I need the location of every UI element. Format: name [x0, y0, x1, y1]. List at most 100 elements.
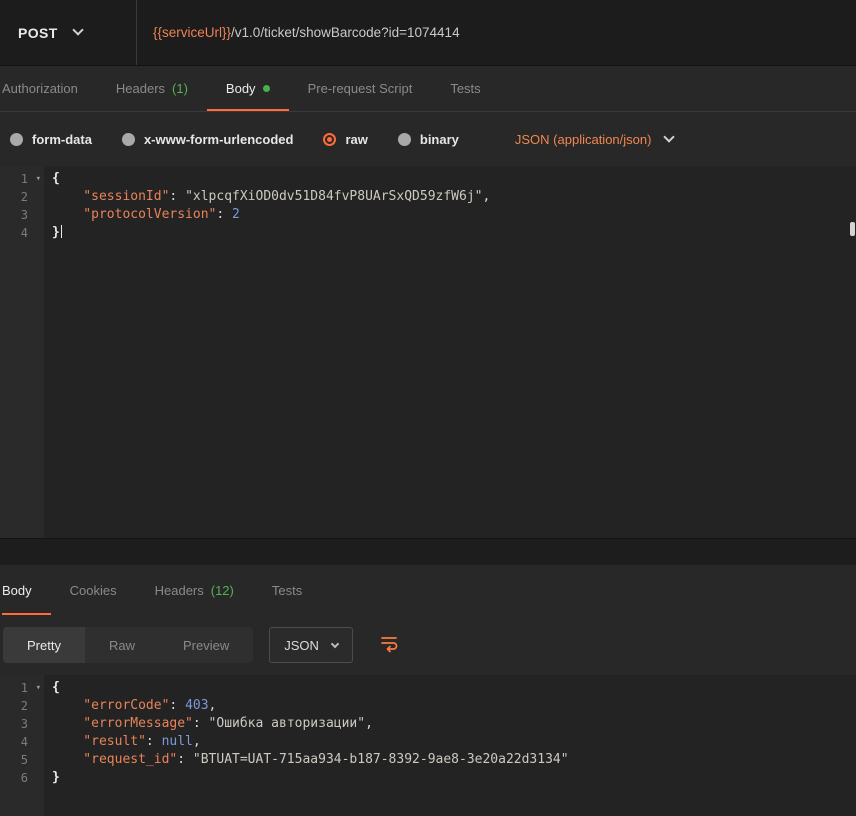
code-line: 2 "sessionId": "xlpcqfXiOD0dv51D84fvP8UA… — [0, 188, 856, 206]
line-number-gutter: 4 — [0, 733, 44, 751]
format-label: JSON — [284, 637, 319, 653]
method-label: POST — [18, 24, 58, 41]
code-line: 1 ▾ { — [0, 170, 856, 188]
line-number: 5 — [20, 753, 28, 767]
tab-headers[interactable]: Headers (1) — [97, 66, 207, 111]
code-line: 1 ▾ { — [0, 679, 856, 697]
green-dot-icon — [262, 85, 270, 92]
scrollbar-thumb[interactable] — [850, 222, 855, 236]
code-token: null — [161, 734, 193, 749]
text-cursor — [60, 225, 62, 238]
tab-tests[interactable]: Tests — [431, 66, 499, 111]
tab-pre-request-script[interactable]: Pre-request Script — [289, 66, 432, 111]
code-token: } — [52, 225, 60, 240]
chevron-down-icon — [72, 24, 84, 36]
line-number-gutter: 1 ▾ — [0, 170, 44, 188]
button-label: Raw — [108, 637, 135, 653]
radio-urlencoded[interactable]: x-www-form-urlencoded — [121, 131, 294, 147]
line-number-gutter: 2 — [0, 188, 44, 206]
radio-label: binary — [419, 131, 459, 147]
code-line: 5 "request_id": "BTUAT=UAT-715aa934-b187… — [0, 751, 856, 769]
line-number: 6 — [20, 771, 28, 785]
radio-raw[interactable]: raw — [323, 132, 368, 147]
view-mode-switch: Pretty Raw Preview — [3, 627, 254, 663]
radio-selected-icon — [323, 132, 337, 146]
code-token: : — [216, 207, 233, 222]
request-tabs: Authorization Headers (1) Body Pre-reque… — [0, 66, 856, 112]
line-number: 4 — [20, 226, 28, 240]
tab-label: Headers — [154, 582, 204, 598]
response-format-selector[interactable]: JSON — [269, 627, 353, 663]
line-number: 3 — [20, 717, 28, 731]
code-line: 4 } — [0, 224, 856, 242]
response-body-viewer: 1 ▾ { 2 "errorCode": 403, 3 "errorMessag… — [0, 675, 856, 816]
radio-binary[interactable]: binary — [397, 131, 459, 147]
code-token: "request_id" — [52, 752, 178, 767]
tab-label: Body — [2, 582, 32, 598]
radio-label: x-www-form-urlencoded — [143, 131, 294, 147]
code-token: , — [365, 716, 373, 731]
line-number-gutter: 4 — [0, 224, 44, 242]
code-token: { — [52, 680, 60, 695]
code-token: : — [145, 734, 162, 749]
radio-label: form-data — [32, 131, 92, 147]
line-number: 3 — [20, 208, 28, 222]
body-mode-row: form-data x-www-form-urlencoded raw bina… — [0, 112, 856, 166]
request-body-editor[interactable]: 1 ▾ { 2 "sessionId": "xlpcqfXiOD0dv51D84… — [0, 166, 856, 538]
code-token: "result" — [52, 734, 146, 749]
code-token: 403 — [185, 698, 209, 713]
content-type-selector[interactable]: JSON (application/json) — [514, 130, 676, 147]
code-token: "Ошибка авторизации" — [208, 716, 366, 731]
tab-response-body[interactable]: Body — [2, 565, 51, 615]
tab-label: Tests — [450, 81, 481, 96]
tab-cookies[interactable]: Cookies — [51, 565, 136, 615]
code-token: : — [192, 716, 209, 731]
tab-body[interactable]: Body — [207, 66, 289, 111]
line-number-gutter: 3 — [0, 715, 44, 733]
wrap-lines-button[interactable] — [371, 627, 407, 663]
tab-label: Pre-request Script — [307, 81, 413, 96]
code-token: : — [169, 189, 186, 204]
code-token: "errorCode" — [52, 698, 170, 713]
fold-icon[interactable]: ▾ — [36, 170, 41, 188]
pretty-button[interactable]: Pretty — [3, 627, 85, 663]
button-label: Pretty — [27, 637, 61, 653]
wrap-lines-icon — [379, 633, 399, 658]
url-path: /v1.0/ticket/showBarcode?id=1074414 — [231, 25, 460, 40]
code-token: 2 — [232, 207, 240, 222]
pane-divider[interactable] — [0, 538, 856, 565]
line-number-gutter: 3 — [0, 206, 44, 224]
code-token: "protocolVersion" — [52, 207, 217, 222]
tab-response-headers[interactable]: Headers (12) — [136, 565, 253, 615]
chevron-down-icon — [663, 130, 676, 143]
line-number: 4 — [20, 735, 28, 749]
content-type-label: JSON (application/json) — [514, 131, 652, 147]
tab-label: Authorization — [2, 81, 78, 96]
code-token: } — [52, 770, 60, 785]
tab-authorization[interactable]: Authorization — [2, 66, 97, 111]
code-token: : — [177, 752, 193, 767]
line-number-gutter: 5 — [0, 751, 44, 769]
radio-icon — [10, 132, 23, 146]
tab-response-tests[interactable]: Tests — [253, 565, 321, 615]
response-tabs: Body Cookies Headers (12) Tests — [0, 565, 856, 615]
url-input[interactable]: {{serviceUrl}}/v1.0/ticket/showBarcode?i… — [137, 0, 856, 65]
preview-button[interactable]: Preview — [159, 627, 253, 663]
tab-count: (12) — [210, 582, 234, 598]
tab-label: Tests — [271, 582, 303, 598]
line-number-gutter: 1 ▾ — [0, 679, 44, 697]
chevron-down-icon — [330, 639, 340, 648]
code-token: "xlpcqfXiOD0dv51D84fvP8UArSxQD59zfW6j" — [185, 189, 483, 204]
line-number-gutter: 6 — [0, 769, 44, 787]
request-url-bar: POST {{serviceUrl}}/v1.0/ticket/showBarc… — [0, 0, 856, 66]
code-line: 4 "result": null, — [0, 733, 856, 751]
raw-button[interactable]: Raw — [85, 627, 159, 663]
code-line: 3 "protocolVersion": 2 — [0, 206, 856, 224]
code-token: : — [169, 698, 186, 713]
code-token: , — [208, 698, 217, 713]
radio-icon — [397, 132, 411, 146]
radio-form-data[interactable]: form-data — [10, 132, 92, 147]
method-selector[interactable]: POST — [0, 0, 137, 65]
line-number-gutter: 2 — [0, 697, 44, 715]
fold-icon[interactable]: ▾ — [36, 679, 41, 697]
